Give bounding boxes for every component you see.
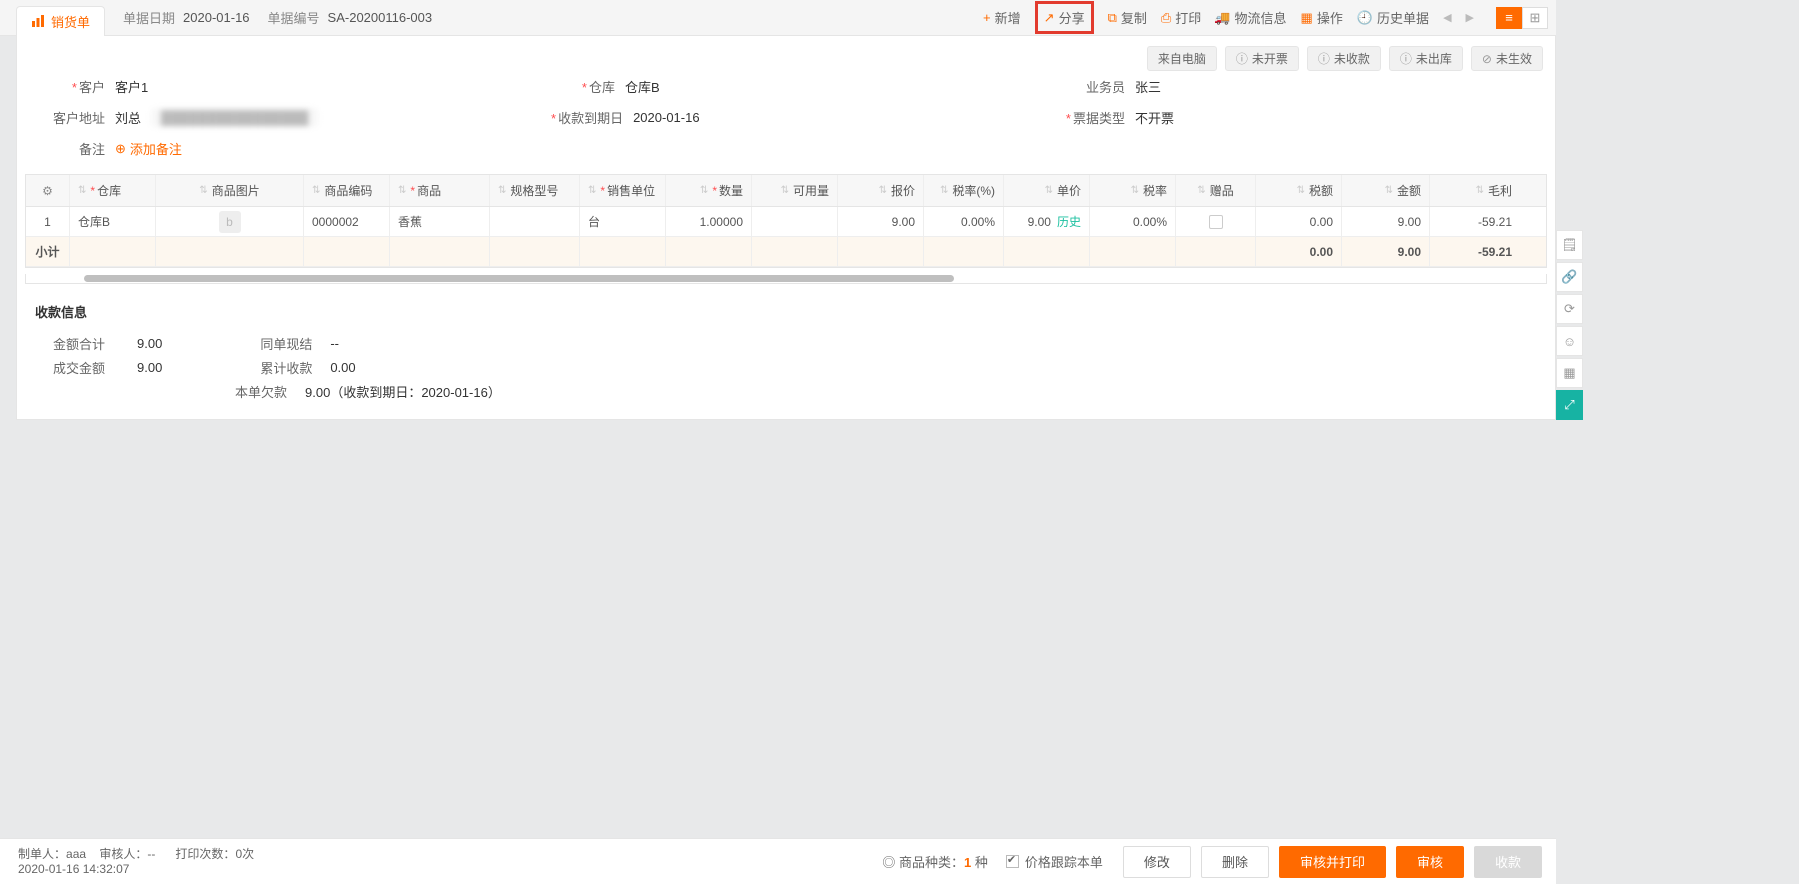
rail-link-icon[interactable]: 🔗 [1556, 262, 1583, 292]
new-button[interactable]: +新增 [983, 8, 1021, 27]
tag-uninvoiced[interactable]: ⓘ未开票 [1225, 46, 1299, 71]
field-salesman: 业务员张三 [1061, 77, 1531, 96]
price-follow-checkbox[interactable]: 价格跟踪本单 [1006, 852, 1103, 871]
share-button[interactable]: ↗分享 [1035, 1, 1094, 34]
edit-button[interactable]: 修改 [1123, 846, 1191, 878]
copy-button[interactable]: ⧉复制 [1108, 8, 1147, 27]
table-horizontal-scrollbar[interactable] [25, 274, 1547, 284]
rail-user-icon[interactable]: ☺ [1556, 326, 1583, 356]
truck-icon: 🚚 [1214, 10, 1230, 26]
history-button[interactable]: 🕘历史单据 [1357, 8, 1429, 27]
doc-header: 销货单 单据日期 2020-01-16 单据编号 SA-20200116-003… [0, 0, 1556, 36]
view-switch: ≡ ⊞ [1496, 7, 1548, 29]
item-kinds: ◎ 商品种类：1 种 [882, 852, 988, 871]
payment-section: 收款信息 金额合计9.00 同单现结-- 成交金额9.00 累计收款0.00 本… [17, 294, 1555, 419]
clock-icon: 🕘 [1357, 10, 1373, 26]
tab-title: 销货单 [51, 12, 90, 31]
view-detail-button[interactable]: ⊞ [1522, 7, 1548, 29]
operate-button[interactable]: ▦操作 [1301, 8, 1343, 27]
next-doc-button[interactable]: ▶ [1466, 11, 1474, 24]
rail-note-icon[interactable]: 🗒 [1556, 230, 1583, 260]
audit-print-button[interactable]: 审核并打印 [1279, 846, 1386, 878]
side-rail: 🗒 🔗 ⟳ ☺ ▦ ⤢ [1556, 230, 1583, 420]
gift-checkbox[interactable] [1209, 215, 1223, 229]
field-invoice: *票据类型不开票 [1061, 108, 1531, 127]
column-settings-button[interactable]: ⚙ [26, 175, 70, 206]
doc-date: 单据日期 2020-01-16 [123, 8, 250, 27]
info-icon: ⓘ [1236, 50, 1248, 67]
view-list-button[interactable]: ≡ [1496, 7, 1522, 29]
share-icon: ↗ [1044, 10, 1055, 26]
field-duedate: *收款到期日2020-01-16 [551, 108, 1021, 127]
doc-no: 单据编号 SA-20200116-003 [268, 8, 433, 27]
footer-meta: 制单人：aaa 审核人：-- 打印次数：0次 2020-01-16 14:32:… [18, 847, 254, 877]
tag-inactive[interactable]: ⊘未生效 [1471, 46, 1543, 71]
chevron-down-icon: ▾ [1195, 12, 1200, 23]
delete-button[interactable]: 删除 [1201, 846, 1269, 878]
address-masked: ████████████████ [151, 108, 318, 127]
add-remark-button[interactable]: ⊕添加备注 [115, 139, 182, 158]
rail-expand-icon[interactable]: ⤢ [1556, 390, 1583, 420]
prev-doc-button[interactable]: ◀ [1443, 11, 1451, 24]
plus-icon: + [983, 10, 991, 25]
subtotal-row: 小计 0.00 9.00 -59.21 [26, 237, 1546, 267]
grid-icon: ▦ [1301, 10, 1313, 26]
tab-sales-order[interactable]: 销货单 [16, 6, 105, 36]
logistics-button[interactable]: 🚚物流信息 [1214, 8, 1286, 27]
info-icon: ⓘ [1318, 50, 1330, 67]
tag-unpaid[interactable]: ⓘ未收款 [1307, 46, 1381, 71]
field-warehouse: *仓库仓库B [551, 77, 1021, 96]
price-history-link[interactable]: 历史 [1057, 213, 1081, 230]
payment-title: 收款信息 [35, 302, 1537, 321]
row-index: 1 [26, 207, 70, 236]
bar-chart-icon [31, 14, 45, 28]
audit-button[interactable]: 审核 [1396, 846, 1464, 878]
rail-refresh-icon[interactable]: ⟳ [1556, 294, 1583, 324]
copy-icon: ⧉ [1108, 10, 1117, 26]
receipt-button[interactable]: 收款 [1474, 846, 1542, 878]
plus-circle-icon: ⊕ [115, 141, 126, 157]
field-remark: 备注 ⊕添加备注 [41, 139, 511, 158]
table-row[interactable]: 1 仓库B b 0000002 香蕉 台 1.00000 9.00 0.00% … [26, 207, 1546, 237]
forbid-icon: ⊘ [1482, 52, 1492, 66]
image-placeholder-icon[interactable]: b [219, 211, 241, 233]
field-address: 客户地址刘总████████████████ [41, 108, 511, 127]
rail-grid-icon[interactable]: ▦ [1556, 358, 1583, 388]
tag-unshipped[interactable]: ⓘ未出库 [1389, 46, 1463, 71]
info-icon: ⓘ [1400, 50, 1412, 67]
tag-source: 来自电脑 [1147, 46, 1217, 71]
print-button[interactable]: ⎙打印▾ [1161, 8, 1200, 27]
table-header: ⚙ ⇅*仓库 ⇅商品图片 ⇅商品编码 ⇅*商品 ⇅规格型号 ⇅*销售单位 ⇅*数… [26, 175, 1546, 207]
field-customer: *客户客户1 [41, 77, 511, 96]
items-table: ⚙ ⇅*仓库 ⇅商品图片 ⇅商品编码 ⇅*商品 ⇅规格型号 ⇅*销售单位 ⇅*数… [25, 174, 1547, 268]
footer-bar: 制单人：aaa 审核人：-- 打印次数：0次 2020-01-16 14:32:… [0, 838, 1556, 884]
document-card: 来自电脑 ⓘ未开票 ⓘ未收款 ⓘ未出库 ⊘未生效 *客户客户1 *仓库仓库B 业… [16, 36, 1556, 420]
print-icon: ⎙ [1161, 10, 1171, 26]
